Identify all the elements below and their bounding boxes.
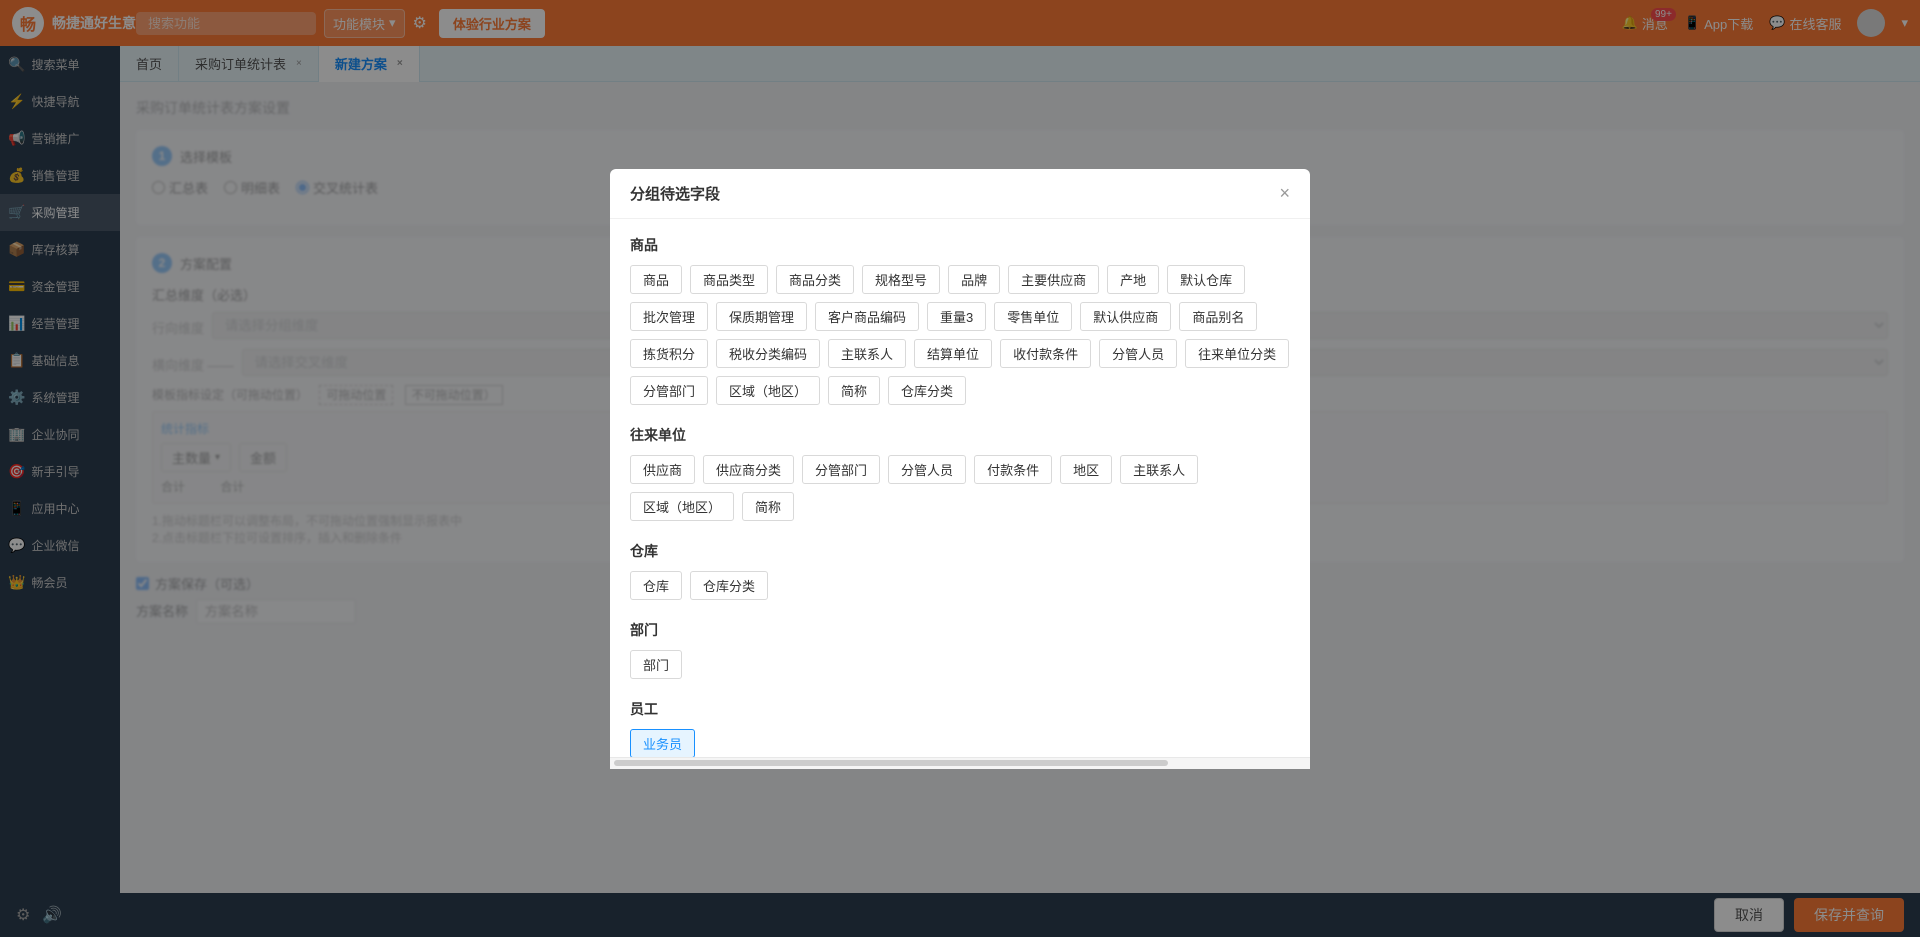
employee-section-title: 员工 — [630, 699, 1290, 719]
field-short-name2[interactable]: 简称 — [742, 492, 794, 521]
field-origin[interactable]: 产地 — [1107, 265, 1159, 294]
warehouse-section: 仓库 仓库 仓库分类 — [630, 541, 1290, 600]
field-managing-dept2[interactable]: 分管部门 — [802, 455, 880, 484]
field-expiry-mgmt[interactable]: 保质期管理 — [716, 302, 807, 331]
field-warehouse[interactable]: 仓库 — [630, 571, 682, 600]
field-supplier-category[interactable]: 供应商分类 — [703, 455, 794, 484]
field-goods-alias[interactable]: 商品别名 — [1179, 302, 1257, 331]
field-settlement-unit[interactable]: 结算单位 — [914, 339, 992, 368]
field-batch-mgmt[interactable]: 批次管理 — [630, 302, 708, 331]
field-brand[interactable]: 品牌 — [948, 265, 1000, 294]
field-short-name[interactable]: 简称 — [828, 376, 880, 405]
field-warehouse-category[interactable]: 仓库分类 — [888, 376, 966, 405]
hscroll-thumb[interactable] — [614, 760, 1168, 766]
modal-horizontal-scrollbar[interactable] — [610, 757, 1310, 768]
partner-section-title: 往来单位 — [630, 425, 1290, 445]
field-managing-dept[interactable]: 分管部门 — [630, 376, 708, 405]
field-region[interactable]: 地区 — [1060, 455, 1112, 484]
field-warehouse-cat[interactable]: 仓库分类 — [690, 571, 768, 600]
field-weight3[interactable]: 重量3 — [927, 302, 986, 331]
employee-section: 员工 业务员 — [630, 699, 1290, 758]
field-tax-category-code[interactable]: 税收分类编码 — [716, 339, 820, 368]
field-pickup-points[interactable]: 拣货积分 — [630, 339, 708, 368]
field-goods[interactable]: 商品 — [630, 265, 682, 294]
modal-dialog: 分组待选字段 × 商品 商品 商品类型 商品分类 规格型号 品牌 主要供应商 产… — [610, 169, 1310, 769]
field-salesperson[interactable]: 业务员 — [630, 729, 695, 758]
modal-title: 分组待选字段 — [630, 183, 720, 204]
modal-overlay: 分组待选字段 × 商品 商品 商品类型 商品分类 规格型号 品牌 主要供应商 产… — [0, 0, 1920, 937]
employee-fields: 业务员 — [630, 729, 1290, 758]
field-main-supplier[interactable]: 主要供应商 — [1008, 265, 1099, 294]
department-section-title: 部门 — [630, 620, 1290, 640]
field-goods-category[interactable]: 商品分类 — [776, 265, 854, 294]
field-payment-condition[interactable]: 付款条件 — [974, 455, 1052, 484]
field-managing-staff[interactable]: 分管人员 — [888, 455, 966, 484]
field-supplier[interactable]: 供应商 — [630, 455, 695, 484]
goods-section: 商品 商品 商品类型 商品分类 规格型号 品牌 主要供应商 产地 默认仓库 批次… — [630, 235, 1290, 405]
department-fields: 部门 — [630, 650, 1290, 679]
field-spec-type[interactable]: 规格型号 — [862, 265, 940, 294]
field-retail-unit[interactable]: 零售单位 — [994, 302, 1072, 331]
field-payment-terms[interactable]: 收付款条件 — [1000, 339, 1091, 368]
partner-section: 往来单位 供应商 供应商分类 分管部门 分管人员 付款条件 地区 主联系人 区域… — [630, 425, 1290, 521]
warehouse-fields: 仓库 仓库分类 — [630, 571, 1290, 600]
field-main-contact2[interactable]: 主联系人 — [1120, 455, 1198, 484]
field-main-contact[interactable]: 主联系人 — [828, 339, 906, 368]
partner-fields: 供应商 供应商分类 分管部门 分管人员 付款条件 地区 主联系人 区域（地区） … — [630, 455, 1290, 521]
goods-fields: 商品 商品类型 商品分类 规格型号 品牌 主要供应商 产地 默认仓库 批次管理 … — [630, 265, 1290, 405]
modal-body: 商品 商品 商品类型 商品分类 规格型号 品牌 主要供应商 产地 默认仓库 批次… — [610, 219, 1310, 758]
department-section: 部门 部门 — [630, 620, 1290, 679]
field-manager[interactable]: 分管人员 — [1099, 339, 1177, 368]
field-default-warehouse[interactable]: 默认仓库 — [1167, 265, 1245, 294]
modal-close-button[interactable]: × — [1279, 183, 1290, 204]
field-area-region2[interactable]: 区域（地区） — [630, 492, 734, 521]
field-customer-code[interactable]: 客户商品编码 — [815, 302, 919, 331]
field-default-supplier[interactable]: 默认供应商 — [1080, 302, 1171, 331]
field-from-unit-category[interactable]: 往来单位分类 — [1185, 339, 1289, 368]
field-dept[interactable]: 部门 — [630, 650, 682, 679]
field-goods-type[interactable]: 商品类型 — [690, 265, 768, 294]
modal-header: 分组待选字段 × — [610, 169, 1310, 219]
warehouse-section-title: 仓库 — [630, 541, 1290, 561]
goods-section-title: 商品 — [630, 235, 1290, 255]
field-area-region[interactable]: 区域（地区） — [716, 376, 820, 405]
